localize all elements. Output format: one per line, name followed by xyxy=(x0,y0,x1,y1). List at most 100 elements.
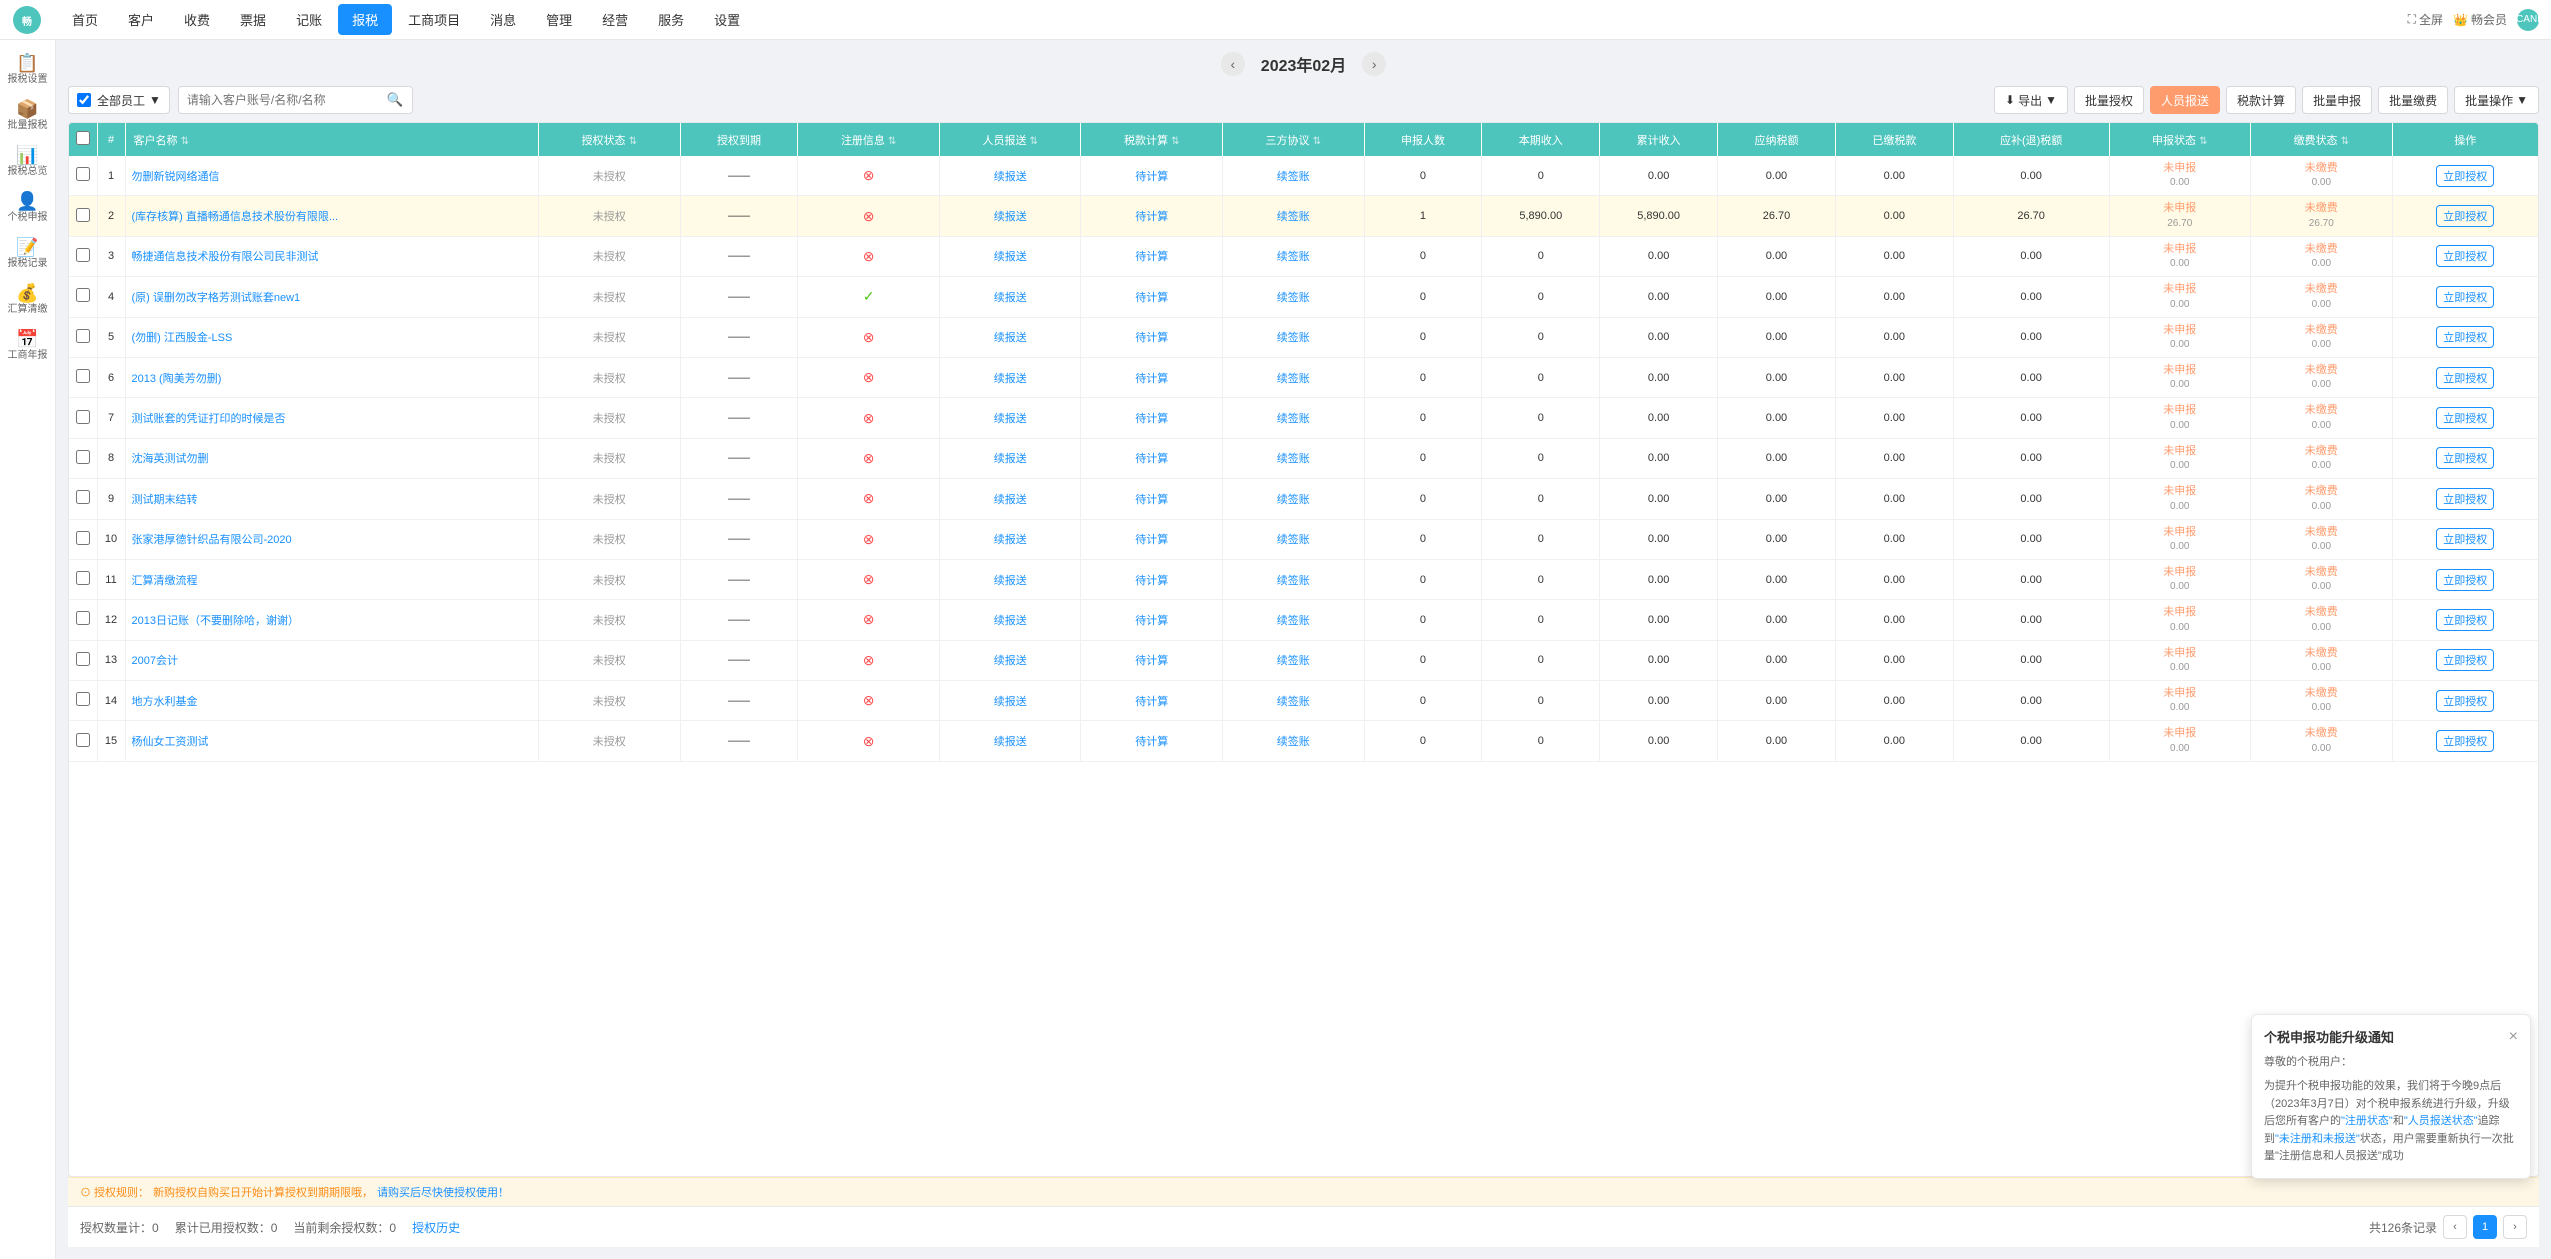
nav-item-报税[interactable]: 报税 xyxy=(338,4,392,35)
row-checkbox[interactable] xyxy=(76,490,90,504)
person-report-link[interactable]: 续报送 xyxy=(994,655,1027,667)
person-report-link[interactable]: 续报送 xyxy=(994,171,1027,183)
nav-item-设置[interactable]: 设置 xyxy=(700,4,754,35)
row-checkbox[interactable] xyxy=(76,369,90,383)
nav-item-票据[interactable]: 票据 xyxy=(226,4,280,35)
row-action-btn[interactable]: 立即授权 xyxy=(2436,447,2494,469)
next-page-btn[interactable]: › xyxy=(2503,1215,2527,1239)
row-checkbox[interactable] xyxy=(76,167,90,181)
nav-item-服务[interactable]: 服务 xyxy=(644,4,698,35)
warning-link[interactable]: 请购买后尽快使授权使用！ xyxy=(377,1184,509,1200)
nav-item-经营[interactable]: 经营 xyxy=(588,4,642,35)
tax-calc-link[interactable]: 待计算 xyxy=(1135,494,1168,506)
person-report-link[interactable]: 续报送 xyxy=(994,373,1027,385)
popup-close-btn[interactable]: × xyxy=(2509,1028,2518,1046)
row-name-cell[interactable]: 测试期末结转 xyxy=(125,479,539,519)
person-report-link[interactable]: 续报送 xyxy=(994,494,1027,506)
member-btn[interactable]: 👑 畅会员 xyxy=(2453,11,2507,28)
nav-item-管理[interactable]: 管理 xyxy=(532,4,586,35)
row-action-btn[interactable]: 立即授权 xyxy=(2436,165,2494,187)
triparty-link[interactable]: 续签账 xyxy=(1277,251,1310,263)
auth-history-link[interactable]: 授权历史 xyxy=(412,1219,460,1236)
tax-calc-link[interactable]: 待计算 xyxy=(1135,211,1168,223)
row-action-btn[interactable]: 立即授权 xyxy=(2436,649,2494,671)
all-employees-checkbox[interactable] xyxy=(77,93,91,107)
nav-item-客户[interactable]: 客户 xyxy=(114,4,168,35)
batch-report-btn[interactable]: 批量申报 xyxy=(2302,86,2372,114)
row-checkbox[interactable] xyxy=(76,288,90,302)
row-checkbox[interactable] xyxy=(76,248,90,262)
person-report-link[interactable]: 续报送 xyxy=(994,453,1027,465)
tax-calc-link[interactable]: 待计算 xyxy=(1135,171,1168,183)
row-name-cell[interactable]: 2013日记账（不要删除哈，谢谢） xyxy=(125,600,539,640)
sidebar-item-报税总览[interactable]: 📊报税总览 xyxy=(4,140,52,184)
person-report-link[interactable]: 续报送 xyxy=(994,413,1027,425)
row-name-cell[interactable]: 畅捷通信息技术股份有限公司民非测试 xyxy=(125,236,539,276)
row-action-btn[interactable]: 立即授权 xyxy=(2436,609,2494,631)
fullscreen-btn[interactable]: ⛶ 全屏 xyxy=(2408,11,2443,28)
triparty-link[interactable]: 续签账 xyxy=(1277,413,1310,425)
row-checkbox[interactable] xyxy=(76,208,90,222)
triparty-link[interactable]: 续签账 xyxy=(1277,373,1310,385)
tax-calc-link[interactable]: 待计算 xyxy=(1135,332,1168,344)
person-report-link[interactable]: 续报送 xyxy=(994,211,1027,223)
row-action-btn[interactable]: 立即授权 xyxy=(2436,488,2494,510)
person-report-link[interactable]: 续报送 xyxy=(994,736,1027,748)
triparty-link[interactable]: 续签账 xyxy=(1277,575,1310,587)
row-action-btn[interactable]: 立即授权 xyxy=(2436,407,2494,429)
row-name-cell[interactable]: 勿删新锐网络通信 xyxy=(125,156,539,196)
triparty-link[interactable]: 续签账 xyxy=(1277,615,1310,627)
select-all-checkbox[interactable] xyxy=(76,131,90,145)
person-report-btn[interactable]: 人员报送 xyxy=(2150,86,2220,114)
triparty-link[interactable]: 续签账 xyxy=(1277,332,1310,344)
batch-ops-btn[interactable]: 批量操作 ▼ xyxy=(2454,86,2539,114)
person-report-link[interactable]: 续报送 xyxy=(994,534,1027,546)
row-checkbox[interactable] xyxy=(76,450,90,464)
triparty-link[interactable]: 续签账 xyxy=(1277,171,1310,183)
sidebar-item-批量报税[interactable]: 📦批量报税 xyxy=(4,94,52,138)
user-btn[interactable]: CANI xyxy=(2517,9,2539,31)
page-1-btn[interactable]: 1 xyxy=(2473,1215,2497,1239)
triparty-link[interactable]: 续签账 xyxy=(1277,655,1310,667)
search-box[interactable]: 🔍 xyxy=(178,86,413,114)
export-btn[interactable]: ⬇ 导出 ▼ xyxy=(1994,86,2068,114)
next-month-btn[interactable]: › xyxy=(1362,52,1386,76)
row-checkbox[interactable] xyxy=(76,611,90,625)
row-name-cell[interactable]: 2007会计 xyxy=(125,640,539,680)
sidebar-item-报税设置[interactable]: 📋报税设置 xyxy=(4,48,52,92)
row-action-btn[interactable]: 立即授权 xyxy=(2436,245,2494,267)
row-action-btn[interactable]: 立即授权 xyxy=(2436,730,2494,752)
prev-page-btn[interactable]: ‹ xyxy=(2443,1215,2467,1239)
batch-pay-btn[interactable]: 批量缴费 xyxy=(2378,86,2448,114)
person-report-link[interactable]: 续报送 xyxy=(994,696,1027,708)
person-report-link[interactable]: 续报送 xyxy=(994,575,1027,587)
row-action-btn[interactable]: 立即授权 xyxy=(2436,326,2494,348)
nav-item-收费[interactable]: 收费 xyxy=(170,4,224,35)
row-checkbox[interactable] xyxy=(76,531,90,545)
prev-month-btn[interactable]: ‹ xyxy=(1221,52,1245,76)
person-report-link[interactable]: 续报送 xyxy=(994,332,1027,344)
row-checkbox[interactable] xyxy=(76,652,90,666)
person-report-link[interactable]: 续报送 xyxy=(994,251,1027,263)
nav-item-工商项目[interactable]: 工商项目 xyxy=(394,4,474,35)
row-checkbox[interactable] xyxy=(76,733,90,747)
nav-item-记账[interactable]: 记账 xyxy=(282,4,336,35)
triparty-link[interactable]: 续签账 xyxy=(1277,453,1310,465)
row-name-cell[interactable]: (库存核算) 直播畅通信息技术股份有限限... xyxy=(125,196,539,236)
row-action-btn[interactable]: 立即授权 xyxy=(2436,205,2494,227)
row-action-btn[interactable]: 立即授权 xyxy=(2436,690,2494,712)
sidebar-item-汇算清缴[interactable]: 💰汇算清缴 xyxy=(4,278,52,322)
row-action-btn[interactable]: 立即授权 xyxy=(2436,569,2494,591)
row-name-cell[interactable]: 张家港厚德针织品有限公司-2020 xyxy=(125,519,539,559)
row-name-cell[interactable]: 杨仙女工资测试 xyxy=(125,721,539,761)
triparty-link[interactable]: 续签账 xyxy=(1277,494,1310,506)
triparty-link[interactable]: 续签账 xyxy=(1277,211,1310,223)
person-report-link[interactable]: 续报送 xyxy=(994,292,1027,304)
tax-calc-link[interactable]: 待计算 xyxy=(1135,655,1168,667)
tax-calc-link[interactable]: 待计算 xyxy=(1135,736,1168,748)
row-action-btn[interactable]: 立即授权 xyxy=(2436,286,2494,308)
row-checkbox[interactable] xyxy=(76,692,90,706)
row-name-cell[interactable]: 测试账套的凭证打印的时候是否 xyxy=(125,398,539,438)
employee-filter[interactable]: 全部员工 ▼ xyxy=(68,86,170,114)
row-action-btn[interactable]: 立即授权 xyxy=(2436,528,2494,550)
